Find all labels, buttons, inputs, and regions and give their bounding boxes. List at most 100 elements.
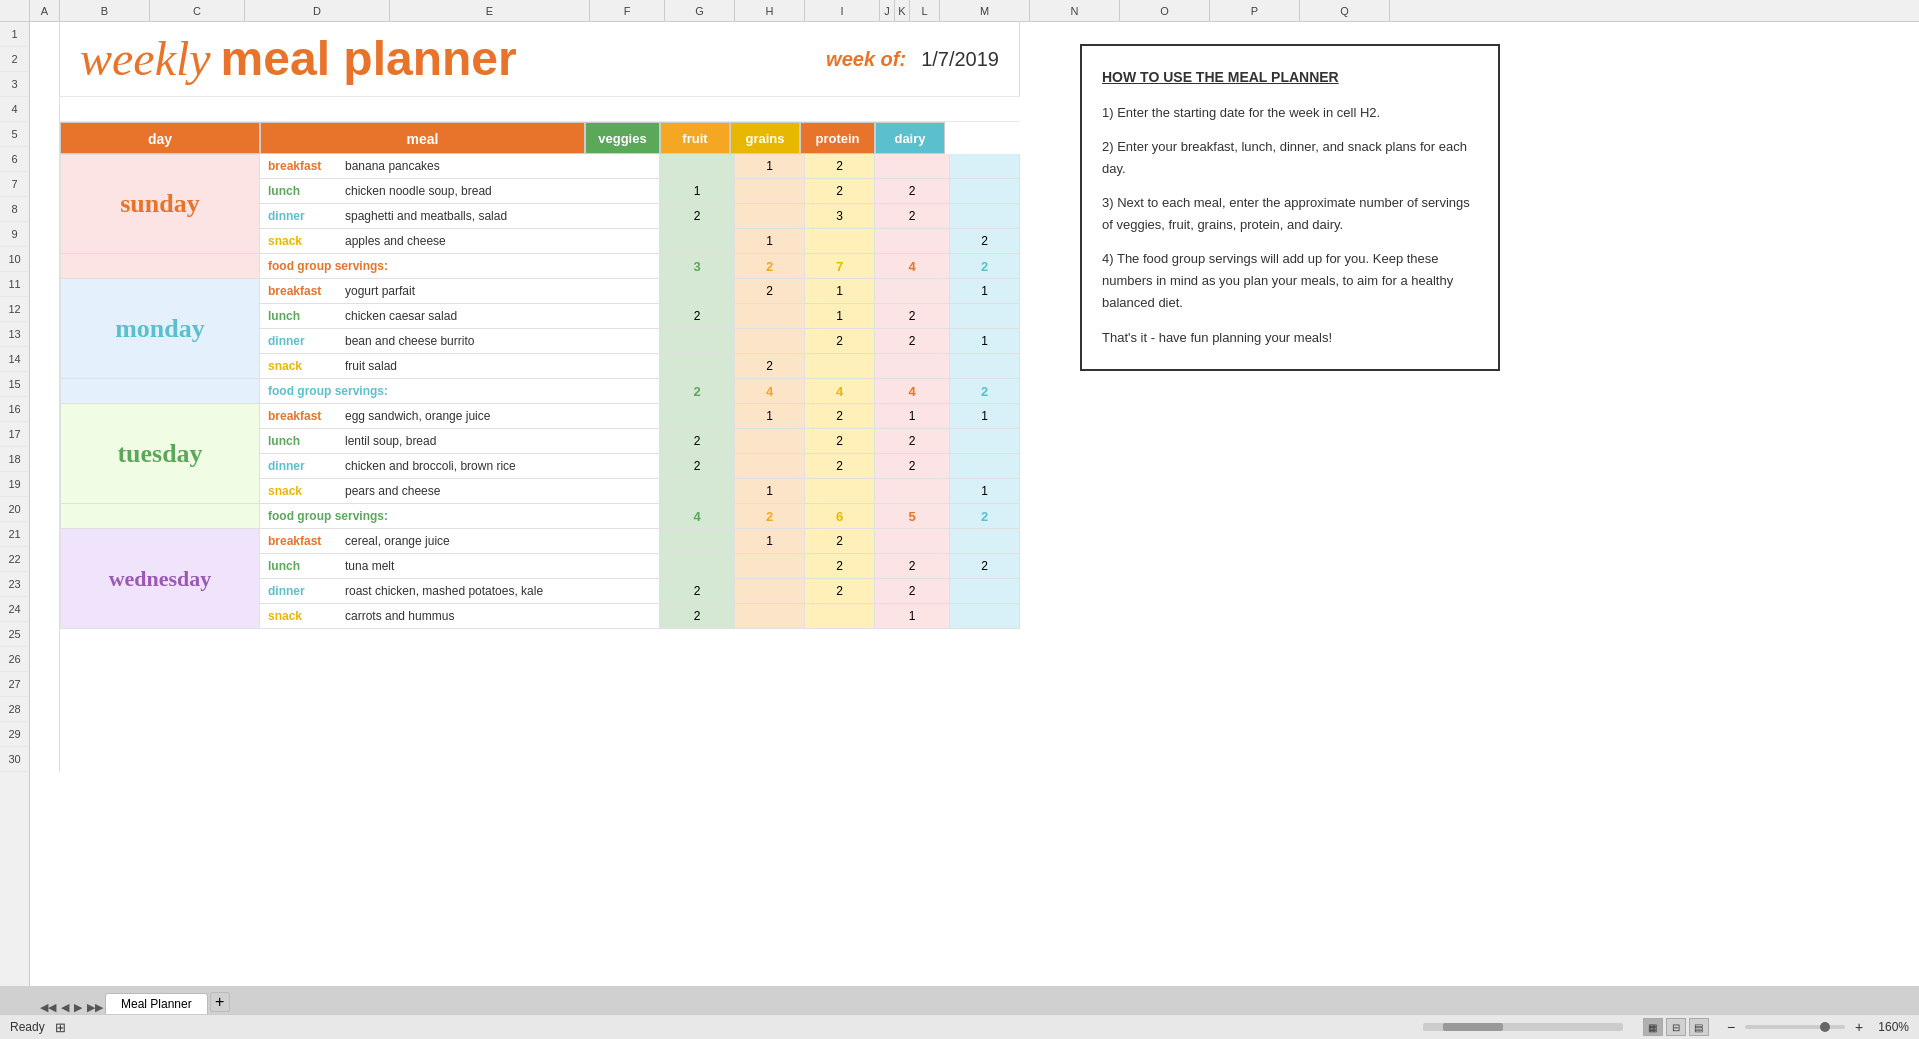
- monday-breakfast-fruit[interactable]: 2: [734, 279, 804, 303]
- monday-snack-food[interactable]: fruit salad: [345, 354, 659, 378]
- sunday-dinner-protein[interactable]: 2: [874, 204, 949, 228]
- tuesday-dinner-veggies[interactable]: 2: [659, 454, 734, 478]
- tuesday-snack-fruit[interactable]: 1: [734, 479, 804, 503]
- monday-snack-fruit[interactable]: 2: [734, 354, 804, 378]
- tuesday-breakfast-dairy[interactable]: 1: [949, 404, 1019, 428]
- sunday-lunch-dairy[interactable]: [949, 179, 1019, 203]
- sunday-breakfast-food[interactable]: banana pancakes: [345, 154, 659, 178]
- tuesday-snack-dairy[interactable]: 1: [949, 479, 1019, 503]
- monday-snack-grains[interactable]: [804, 354, 874, 378]
- monday-lunch-food[interactable]: chicken caesar salad: [345, 304, 659, 328]
- wednesday-lunch-veggies[interactable]: [659, 554, 734, 578]
- nav-next-icon[interactable]: ▶: [74, 1001, 82, 1014]
- tuesday-snack-veggies[interactable]: [659, 479, 734, 503]
- wednesday-lunch-protein[interactable]: 2: [874, 554, 949, 578]
- monday-dinner-food[interactable]: bean and cheese burrito: [345, 329, 659, 353]
- tuesday-lunch-grains[interactable]: 2: [804, 429, 874, 453]
- monday-breakfast-protein[interactable]: [874, 279, 949, 303]
- sunday-snack-grains[interactable]: [804, 229, 874, 253]
- monday-dinner-protein[interactable]: 2: [874, 329, 949, 353]
- nav-last-icon[interactable]: ▶▶: [87, 1001, 103, 1014]
- week-date[interactable]: 1/7/2019: [921, 48, 999, 71]
- nav-prev-icon[interactable]: ◀: [61, 1001, 69, 1014]
- sunday-dinner-grains[interactable]: 3: [804, 204, 874, 228]
- wednesday-lunch-dairy[interactable]: 2: [949, 554, 1019, 578]
- wednesday-breakfast-fruit[interactable]: 1: [734, 529, 804, 553]
- tuesday-dinner-protein[interactable]: 2: [874, 454, 949, 478]
- sunday-lunch-protein[interactable]: 2: [874, 179, 949, 203]
- monday-breakfast-dairy[interactable]: 1: [949, 279, 1019, 303]
- page-layout-button[interactable]: ⊟: [1666, 1018, 1686, 1036]
- wednesday-breakfast-dairy[interactable]: [949, 529, 1019, 553]
- tuesday-dinner-fruit[interactable]: [734, 454, 804, 478]
- monday-dinner-veggies[interactable]: [659, 329, 734, 353]
- zoom-slider[interactable]: [1745, 1025, 1845, 1029]
- monday-snack-veggies[interactable]: [659, 354, 734, 378]
- sunday-snack-veggies[interactable]: [659, 229, 734, 253]
- sunday-snack-fruit[interactable]: 1: [734, 229, 804, 253]
- zoom-slider-thumb[interactable]: [1820, 1022, 1830, 1032]
- page-break-button[interactable]: ▤: [1689, 1018, 1709, 1036]
- sunday-lunch-fruit[interactable]: [734, 179, 804, 203]
- tuesday-lunch-food[interactable]: lentil soup, bread: [345, 429, 659, 453]
- monday-snack-dairy[interactable]: [949, 354, 1019, 378]
- sunday-dinner-food[interactable]: spaghetti and meatballs, salad: [345, 204, 659, 228]
- wednesday-snack-veggies[interactable]: 2: [659, 604, 734, 628]
- monday-breakfast-veggies[interactable]: [659, 279, 734, 303]
- monday-dinner-fruit[interactable]: [734, 329, 804, 353]
- wednesday-dinner-fruit[interactable]: [734, 579, 804, 603]
- tuesday-lunch-dairy[interactable]: [949, 429, 1019, 453]
- wednesday-lunch-grains[interactable]: 2: [804, 554, 874, 578]
- sunday-breakfast-fruit[interactable]: 1: [734, 154, 804, 178]
- tuesday-breakfast-veggies[interactable]: [659, 404, 734, 428]
- sunday-snack-protein[interactable]: [874, 229, 949, 253]
- monday-dinner-grains[interactable]: 2: [804, 329, 874, 353]
- monday-breakfast-grains[interactable]: 1: [804, 279, 874, 303]
- tuesday-breakfast-fruit[interactable]: 1: [734, 404, 804, 428]
- sunday-dinner-fruit[interactable]: [734, 204, 804, 228]
- tuesday-snack-food[interactable]: pears and cheese: [345, 479, 659, 503]
- sunday-dinner-veggies[interactable]: 2: [659, 204, 734, 228]
- monday-lunch-veggies[interactable]: 2: [659, 304, 734, 328]
- zoom-minus-button[interactable]: −: [1727, 1019, 1735, 1035]
- sunday-snack-food[interactable]: apples and cheese: [345, 229, 659, 253]
- wednesday-snack-food[interactable]: carrots and hummus: [345, 604, 659, 628]
- sunday-breakfast-dairy[interactable]: [949, 154, 1019, 178]
- tuesday-snack-protein[interactable]: [874, 479, 949, 503]
- tuesday-lunch-veggies[interactable]: 2: [659, 429, 734, 453]
- wednesday-dinner-veggies[interactable]: 2: [659, 579, 734, 603]
- sunday-lunch-grains[interactable]: 2: [804, 179, 874, 203]
- sunday-lunch-veggies[interactable]: 1: [659, 179, 734, 203]
- sunday-breakfast-grains[interactable]: 2: [804, 154, 874, 178]
- wednesday-lunch-fruit[interactable]: [734, 554, 804, 578]
- add-sheet-button[interactable]: +: [210, 992, 230, 1012]
- monday-lunch-dairy[interactable]: [949, 304, 1019, 328]
- monday-lunch-fruit[interactable]: [734, 304, 804, 328]
- wednesday-dinner-grains[interactable]: 2: [804, 579, 874, 603]
- normal-view-button[interactable]: ▦: [1643, 1018, 1663, 1036]
- zoom-plus-button[interactable]: +: [1855, 1019, 1863, 1035]
- sheet-tab-meal-planner[interactable]: Meal Planner: [105, 993, 208, 1014]
- sunday-snack-dairy[interactable]: 2: [949, 229, 1019, 253]
- wednesday-snack-grains[interactable]: [804, 604, 874, 628]
- horizontal-scrollbar[interactable]: [1423, 1023, 1623, 1031]
- wednesday-snack-protein[interactable]: 1: [874, 604, 949, 628]
- monday-snack-protein[interactable]: [874, 354, 949, 378]
- scrollbar-thumb[interactable]: [1443, 1023, 1503, 1031]
- monday-dinner-dairy[interactable]: 1: [949, 329, 1019, 353]
- wednesday-breakfast-veggies[interactable]: [659, 529, 734, 553]
- wednesday-snack-fruit[interactable]: [734, 604, 804, 628]
- nav-first-icon[interactable]: ◀◀: [40, 1001, 56, 1014]
- wednesday-dinner-food[interactable]: roast chicken, mashed potatoes, kale: [345, 579, 659, 603]
- tuesday-dinner-grains[interactable]: 2: [804, 454, 874, 478]
- wednesday-lunch-food[interactable]: tuna melt: [345, 554, 659, 578]
- tuesday-dinner-food[interactable]: chicken and broccoli, brown rice: [345, 454, 659, 478]
- wednesday-dinner-protein[interactable]: 2: [874, 579, 949, 603]
- tuesday-dinner-dairy[interactable]: [949, 454, 1019, 478]
- wednesday-breakfast-protein[interactable]: [874, 529, 949, 553]
- wednesday-snack-dairy[interactable]: [949, 604, 1019, 628]
- wednesday-breakfast-food[interactable]: cereal, orange juice: [345, 529, 659, 553]
- tuesday-snack-grains[interactable]: [804, 479, 874, 503]
- tuesday-lunch-protein[interactable]: 2: [874, 429, 949, 453]
- monday-lunch-protein[interactable]: 2: [874, 304, 949, 328]
